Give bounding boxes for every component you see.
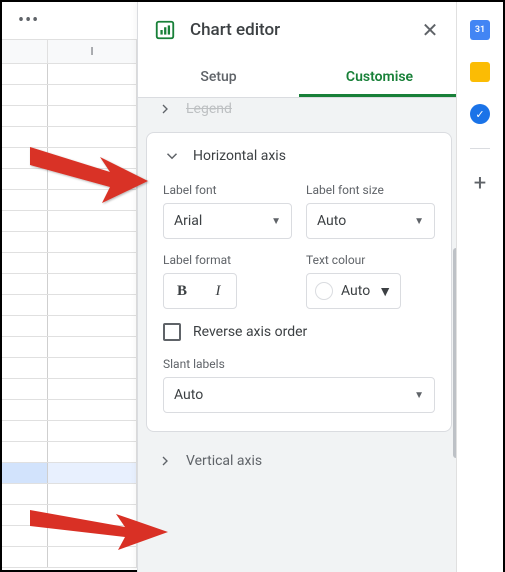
label-font-label: Label font [163,183,292,197]
caret-down-icon: ▼ [271,216,281,227]
horizontal-axis-title: Horizontal axis [193,148,286,164]
add-addon-icon[interactable]: + [474,173,486,195]
colour-swatch-icon [315,282,333,300]
vertical-axis-section[interactable]: Vertical axis [146,444,452,478]
selected-row[interactable] [2,463,137,484]
caret-down-icon: ▼ [414,390,424,401]
text-colour-select[interactable]: Auto ▼ [306,273,401,309]
slant-labels-label: Slant labels [163,357,435,371]
spreadsheet-background: ••• I [2,2,137,570]
divider [470,148,490,149]
italic-button[interactable]: I [200,274,236,308]
label-font-value: Arial [174,213,202,229]
label-font-size-label: Label font size [306,183,435,197]
sheet-rows [2,64,137,568]
panel-body: Legend Horizontal axis Label font Arial … [138,98,460,572]
chevron-right-icon [156,100,174,118]
column-header[interactable]: I [48,40,137,63]
format-button-group: B I [163,273,237,309]
column-header-row: I [2,40,137,64]
horizontal-axis-section: Horizontal axis Label font Arial ▼ Label… [146,132,452,432]
reverse-axis-label: Reverse axis order [193,324,307,340]
caret-down-icon: ▼ [414,216,424,227]
slant-labels-select[interactable]: Auto ▼ [163,377,435,413]
corner-cell[interactable] [2,40,48,63]
side-panel-rail: + [456,2,503,572]
label-font-size-select[interactable]: Auto ▼ [306,203,435,239]
label-font-size-value: Auto [317,213,346,229]
horizontal-axis-header[interactable]: Horizontal axis [163,147,435,165]
keep-icon[interactable] [470,62,490,82]
tab-setup[interactable]: Setup [138,58,299,97]
bold-button[interactable]: B [164,274,200,308]
tab-customise[interactable]: Customise [299,58,460,97]
chart-editor-panel: Chart editor ✕ Setup Customise Legend Ho… [137,2,460,572]
chevron-down-icon [163,147,181,165]
label-font-select[interactable]: Arial ▼ [163,203,292,239]
legend-label: Legend [186,101,232,117]
more-horizontal-icon[interactable]: ••• [18,10,39,31]
calendar-icon[interactable] [470,20,490,40]
close-icon[interactable]: ✕ [416,16,444,44]
caret-down-icon: ▼ [378,283,392,300]
text-colour-label: Text colour [306,253,435,267]
tabs: Setup Customise [138,58,460,98]
legend-section[interactable]: Legend [146,98,452,126]
label-format-label: Label format [163,253,292,267]
chart-icon [154,19,176,41]
vertical-axis-title: Vertical axis [186,453,262,469]
panel-title: Chart editor [190,20,402,40]
slant-labels-value: Auto [174,387,203,403]
checkbox-icon [163,323,181,341]
toolbar: ••• [2,2,137,40]
text-colour-value: Auto [341,283,370,299]
chevron-right-icon [156,452,174,470]
panel-header: Chart editor ✕ [138,2,460,58]
tasks-icon[interactable] [470,104,490,124]
reverse-axis-checkbox[interactable]: Reverse axis order [163,323,435,341]
